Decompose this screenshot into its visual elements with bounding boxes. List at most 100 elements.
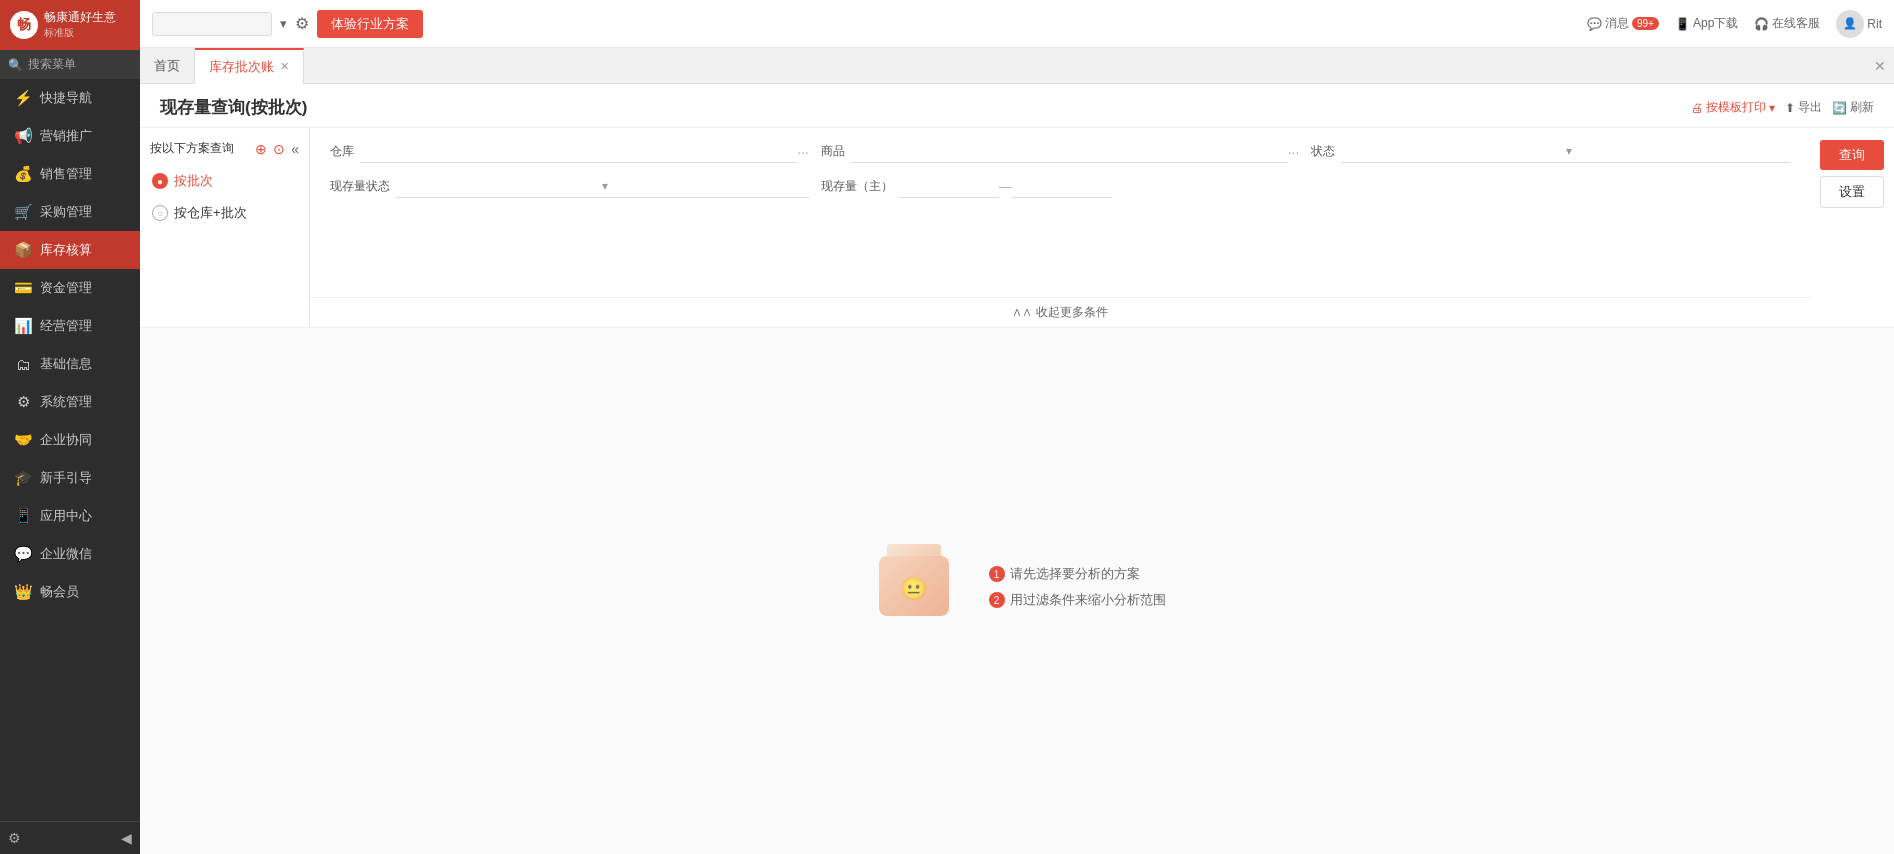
topbar-settings-icon[interactable]: ⚙: [295, 14, 309, 33]
filter-row-1: 仓库 ··· 商品 ··· 状态: [330, 140, 1790, 163]
topbar-actions: 💬 消息 99+ 📱 App下载 🎧 在线客服 👤 Rit: [1587, 10, 1882, 38]
print-label: 按模板打印: [1706, 99, 1766, 116]
collapse-bar[interactable]: ∧∧ 收起更多条件: [310, 297, 1810, 327]
tip-text-1: 请先选择要分析的方案: [1010, 565, 1140, 583]
settings-button[interactable]: 设置: [1820, 176, 1884, 208]
sidebar-item-quicknav[interactable]: ⚡ 快捷导航: [0, 79, 140, 117]
wechat-icon: 💬: [14, 545, 32, 563]
experience-btn[interactable]: 体验行业方案: [317, 10, 423, 38]
search-icon: 🔍: [8, 58, 23, 72]
stock-status-dropdown-icon: ▾: [602, 179, 802, 193]
scheme-item-warehouse-batch[interactable]: ○ 按仓库+批次: [140, 197, 309, 229]
finance-icon: 💳: [14, 279, 32, 297]
tab-batch-account[interactable]: 库存批次账 ✕: [195, 48, 304, 84]
filter-form: 仓库 ··· 商品 ··· 状态: [310, 128, 1810, 297]
sidebar-footer: ⚙ ◀: [0, 821, 140, 854]
qty-dash: —: [999, 179, 1012, 194]
product-input[interactable]: [851, 140, 1288, 163]
tab-home[interactable]: 首页: [140, 48, 195, 84]
query-button[interactable]: 查询: [1820, 140, 1884, 170]
sidebar-item-collab[interactable]: 🤝 企业协同: [0, 421, 140, 459]
member-icon: 👑: [14, 583, 32, 601]
warehouse-input[interactable]: [360, 140, 797, 163]
app-download-label: App下载: [1693, 15, 1738, 32]
empty-tips: 1 请先选择要分析的方案 2 用过滤条件来缩小分析范围: [989, 565, 1166, 617]
messages-label: 消息: [1605, 15, 1629, 32]
topbar-search-input[interactable]: [152, 12, 272, 36]
collapse-sidebar-icon[interactable]: ◀: [121, 830, 132, 846]
qty-label: 现存量（主）: [821, 178, 893, 195]
export-icon: ⬆: [1785, 101, 1795, 115]
sidebar-item-inventory[interactable]: 📦 库存核算: [0, 231, 140, 269]
sidebar-search[interactable]: 🔍 搜索菜单: [0, 50, 140, 79]
scheme-dot-active: ●: [152, 173, 168, 189]
status-select[interactable]: ▾: [1341, 140, 1790, 163]
sidebar-item-wechat[interactable]: 💬 企业微信: [0, 535, 140, 573]
online-service-action[interactable]: 🎧 在线客服: [1754, 15, 1820, 32]
topbar: ▾ ⚙ 体验行业方案 💬 消息 99+ 📱 App下载 🎧 在线客服 👤 Rit: [140, 0, 1894, 48]
status-dropdown-icon: ▾: [1566, 144, 1784, 158]
scheme-label-warehouse-batch: 按仓库+批次: [174, 204, 247, 222]
qty-min-input[interactable]: [899, 175, 999, 198]
add-scheme-icon[interactable]: ⊕: [255, 141, 267, 157]
filter-row-2: 现存量状态 ▾ 现存量（主） —: [330, 175, 1790, 198]
query-buttons: 查询 设置: [1810, 128, 1894, 327]
sidebar-item-sales[interactable]: 💰 销售管理: [0, 155, 140, 193]
sidebar-item-newbie[interactable]: 🎓 新手引导: [0, 459, 140, 497]
sidebar-item-business[interactable]: 📊 经营管理: [0, 307, 140, 345]
scheme-label-batch: 按批次: [174, 172, 213, 190]
sidebar-item-system[interactable]: ⚙ 系统管理: [0, 383, 140, 421]
print-action[interactable]: 🖨 按模板打印 ▾: [1691, 99, 1775, 116]
export-action[interactable]: ⬆ 导出: [1785, 99, 1822, 116]
messages-action[interactable]: 💬 消息 99+: [1587, 15, 1659, 32]
refresh-icon: 🔄: [1832, 101, 1847, 115]
sidebar-item-label: 系统管理: [40, 393, 92, 411]
refresh-action[interactable]: 🔄 刷新: [1832, 99, 1874, 116]
marketing-icon: 📢: [14, 127, 32, 145]
print-icon: 🖨: [1691, 101, 1703, 115]
app-download-action[interactable]: 📱 App下载: [1675, 15, 1738, 32]
topbar-dropdown-icon[interactable]: ▾: [280, 16, 287, 31]
newbie-icon: 🎓: [14, 469, 32, 487]
settings-footer-icon[interactable]: ⚙: [8, 830, 21, 846]
empty-face-icon: 😐: [900, 576, 927, 602]
filter-area: 按以下方案查询 ⊕ ⊙ « ● 按批次 ○ 按仓库+批次: [140, 128, 1894, 328]
sidebar-item-member[interactable]: 👑 畅会员: [0, 573, 140, 611]
product-more-icon[interactable]: ···: [1288, 144, 1300, 160]
print-dropdown-icon[interactable]: ▾: [1769, 101, 1775, 115]
sidebar-nav: ⚡ 快捷导航 📢 营销推广 💰 销售管理 🛒 采购管理 📦 库存核算 💳 资金管…: [0, 79, 140, 821]
user-avatar[interactable]: 👤 Rit: [1836, 10, 1882, 38]
stock-status-select[interactable]: ▾: [396, 175, 809, 198]
main-area: ▾ ⚙ 体验行业方案 💬 消息 99+ 📱 App下载 🎧 在线客服 👤 Rit: [140, 0, 1894, 854]
sidebar-item-basic[interactable]: 🗂 基础信息: [0, 345, 140, 383]
sidebar-item-label: 应用中心: [40, 507, 92, 525]
tab-close-icon[interactable]: ✕: [280, 60, 289, 73]
tip-text-2: 用过滤条件来缩小分析范围: [1010, 591, 1166, 609]
sidebar-header: 畅 畅康通好生意 标准版: [0, 0, 140, 50]
warehouse-more-icon[interactable]: ···: [797, 144, 809, 160]
settings-scheme-icon[interactable]: ⊙: [273, 141, 285, 157]
phone-icon: 📱: [1675, 17, 1690, 31]
collapse-scheme-icon[interactable]: «: [291, 141, 299, 157]
qty-max-input[interactable]: [1012, 175, 1112, 198]
scheme-item-batch[interactable]: ● 按批次: [140, 165, 309, 197]
sidebar-item-label: 销售管理: [40, 165, 92, 183]
tab-home-label: 首页: [154, 57, 180, 75]
sidebar-item-label: 采购管理: [40, 203, 92, 221]
sidebar-item-purchase[interactable]: 🛒 采购管理: [0, 193, 140, 231]
stock-status-label: 现存量状态: [330, 178, 390, 195]
empty-state: 😐 1 请先选择要分析的方案 2 用过滤条件来缩小分析范围: [140, 328, 1894, 854]
tip-num-2: 2: [989, 592, 1005, 608]
tab-panel-close[interactable]: ✕: [1874, 58, 1894, 74]
content-area: 现存量查询(按批次) 🖨 按模板打印 ▾ ⬆ 导出 🔄 刷新: [140, 84, 1894, 854]
tab-batch-label: 库存批次账: [209, 58, 274, 76]
sidebar-item-label: 企业微信: [40, 545, 92, 563]
inventory-icon: 📦: [14, 241, 32, 259]
warehouse-label: 仓库: [330, 143, 354, 160]
sidebar-item-appstore[interactable]: 📱 应用中心: [0, 497, 140, 535]
scheme-header-label: 按以下方案查询: [150, 140, 234, 157]
sales-icon: 💰: [14, 165, 32, 183]
sidebar-item-finance[interactable]: 💳 资金管理: [0, 269, 140, 307]
collapse-up-icon: ∧∧: [1012, 305, 1032, 319]
sidebar-item-marketing[interactable]: 📢 营销推广: [0, 117, 140, 155]
